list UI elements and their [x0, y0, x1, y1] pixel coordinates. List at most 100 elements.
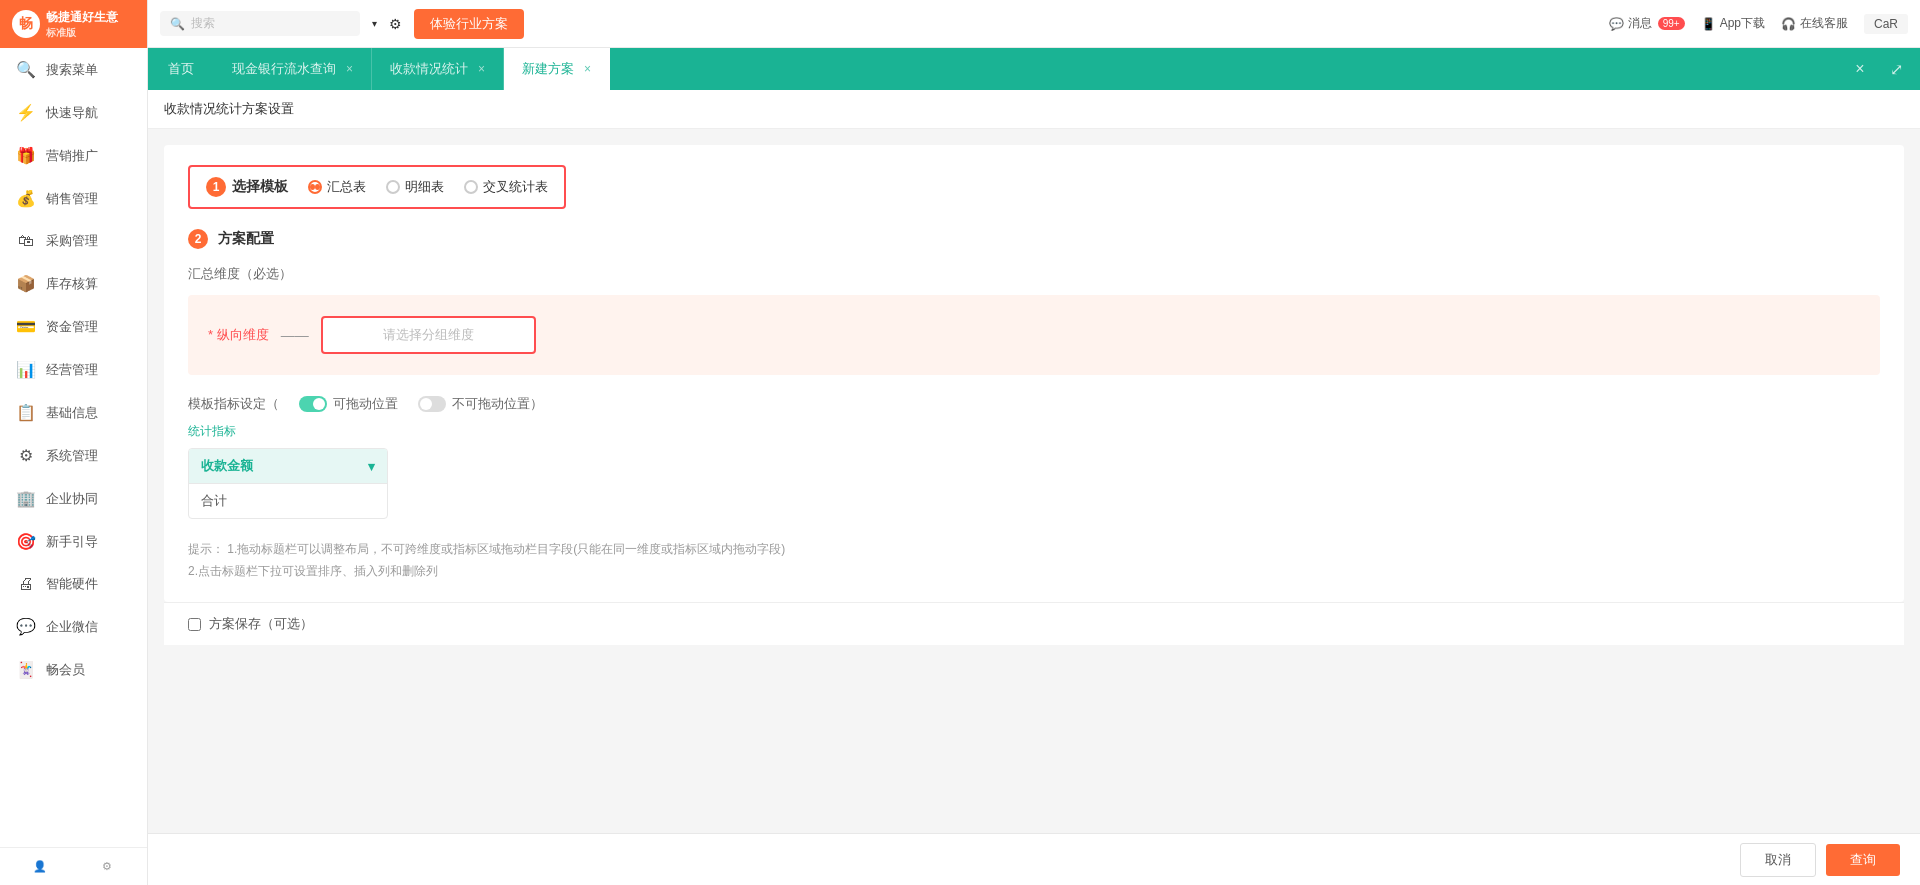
dimension-arrow: —— — [281, 327, 309, 343]
tab-label: 新建方案 — [522, 60, 574, 78]
template-radio-group: 汇总表 明细表 交叉统计表 — [308, 178, 548, 196]
tab-bar-actions: × ⤢ — [1836, 48, 1920, 90]
service-icon: 🎧 — [1781, 17, 1796, 31]
dimension-select-btn[interactable]: 请选择分组维度 — [321, 316, 536, 354]
query-button[interactable]: 查询 — [1826, 844, 1900, 876]
cancel-button[interactable]: 取消 — [1740, 843, 1816, 877]
tab-close-receipt-stat[interactable]: × — [478, 62, 485, 76]
tab-label: 现金银行流水查询 — [232, 60, 336, 78]
search-placeholder: 搜索 — [191, 15, 215, 32]
radio-cross[interactable]: 交叉统计表 — [464, 178, 548, 196]
header-gear-icon[interactable]: ⚙ — [389, 16, 402, 32]
sidebar-item-label: 搜索菜单 — [46, 61, 98, 79]
sidebar-bottom: 👤 ⚙ — [0, 847, 147, 885]
sales-icon: 💰 — [16, 189, 36, 208]
logo-icon: 畅 — [12, 10, 40, 38]
tab-bar: 首页 现金银行流水查询 × 收款情况统计 × 新建方案 × × ⤢ — [148, 48, 1920, 90]
indicator-section: 统计指标 收款金额 ▾ 合计 — [188, 423, 388, 519]
tab-close-btn[interactable]: × — [1846, 55, 1874, 83]
basic-info-icon: 📋 — [16, 403, 36, 422]
indicator-section-label: 统计指标 — [188, 423, 388, 440]
search-bar[interactable]: 🔍 搜索 — [160, 11, 360, 36]
bottom-bar: 取消 查询 — [148, 833, 1920, 885]
tab-receipt-stat[interactable]: 收款情况统计 × — [372, 48, 504, 90]
non-draggable-label: 不可拖动位置） — [452, 395, 543, 413]
radio-dot-summary — [308, 180, 322, 194]
sidebar-item-label: 快速导航 — [46, 104, 98, 122]
section1-number: 1 — [206, 177, 226, 197]
sidebar-item-label: 新手引导 — [46, 533, 98, 551]
config-section: 2 方案配置 汇总维度（必选） * 纵向维度 —— 请选择分组维度 — [188, 229, 1880, 582]
sidebar-item-label: 企业协同 — [46, 490, 98, 508]
draggable-switch[interactable] — [299, 396, 327, 412]
tab-cash-bank[interactable]: 现金银行流水查询 × — [214, 48, 372, 90]
page-title: 收款情况统计方案设置 — [164, 101, 294, 116]
sidebar-item-smart-hw[interactable]: 🖨 智能硬件 — [0, 563, 147, 605]
sidebar-item-label: 智能硬件 — [46, 575, 98, 593]
notification-label: 消息 — [1628, 15, 1652, 32]
indicator-table-header[interactable]: 收款金额 ▾ — [189, 449, 387, 484]
industry-btn[interactable]: 体验行业方案 — [414, 9, 524, 39]
sidebar-settings-btn[interactable]: ⚙ — [76, 856, 140, 877]
sidebar-item-wechat[interactable]: 💬 企业微信 — [0, 605, 147, 648]
save-checkbox[interactable] — [188, 618, 201, 631]
online-service-item[interactable]: 🎧 在线客服 — [1781, 15, 1848, 32]
quick-nav-icon: ⚡ — [16, 103, 36, 122]
radio-label-cross: 交叉统计表 — [483, 178, 548, 196]
search-icon: 🔍 — [16, 60, 36, 79]
tip-line-1: 提示： 1.拖动标题栏可以调整布局，不可跨维度或指标区域拖动栏目字段(只能在同一… — [188, 539, 1880, 561]
tab-label: 收款情况统计 — [390, 60, 468, 78]
radio-summary[interactable]: 汇总表 — [308, 178, 366, 196]
sidebar-item-newbie[interactable]: 🎯 新手引导 — [0, 520, 147, 563]
radio-dot-cross — [464, 180, 478, 194]
header-chevron-icon[interactable]: ▾ — [372, 18, 377, 29]
dimension-area: * 纵向维度 —— 请选择分组维度 — [188, 295, 1880, 375]
sidebar-item-quick-nav[interactable]: ⚡ 快速导航 — [0, 91, 147, 134]
indicator-table: 收款金额 ▾ 合计 — [188, 448, 388, 519]
tab-fullscreen-btn[interactable]: ⤢ — [1882, 55, 1910, 83]
indicator-table-row: 合计 — [189, 484, 387, 518]
tab-close-new-plan[interactable]: × — [584, 62, 591, 76]
draggable-label: 可拖动位置 — [333, 395, 398, 413]
newbie-icon: 🎯 — [16, 532, 36, 551]
content-area: 1 选择模板 汇总表 明细表 — [148, 129, 1920, 833]
tip-line-2: 2.点击标题栏下拉可设置排序、插入列和删除列 — [188, 561, 1880, 583]
sidebar-item-inventory[interactable]: 📦 库存核算 — [0, 262, 147, 305]
form-card: 1 选择模板 汇总表 明细表 — [164, 145, 1904, 602]
finance-icon: 💳 — [16, 317, 36, 336]
sidebar-item-basic-info[interactable]: 📋 基础信息 — [0, 391, 147, 434]
section2-number: 2 — [188, 229, 208, 249]
dimension-row: * 纵向维度 —— 请选择分组维度 — [208, 316, 536, 354]
tab-close-cash-bank[interactable]: × — [346, 62, 353, 76]
sidebar-item-marketing[interactable]: 🎁 营销推广 — [0, 134, 147, 177]
sidebar-user-btn[interactable]: 👤 — [8, 856, 72, 877]
sidebar-item-system[interactable]: ⚙ 系统管理 — [0, 434, 147, 477]
radio-detail[interactable]: 明细表 — [386, 178, 444, 196]
sidebar-item-member[interactable]: 🃏 畅会员 — [0, 648, 147, 691]
notification-item[interactable]: 💬 消息 99+ — [1609, 15, 1685, 32]
wechat-icon: 💬 — [16, 617, 36, 636]
smart-hw-icon: 🖨 — [16, 575, 36, 593]
sidebar-item-purchase[interactable]: 🛍 采购管理 — [0, 220, 147, 262]
user-display[interactable]: CaR — [1864, 14, 1908, 34]
tab-new-plan[interactable]: 新建方案 × — [504, 48, 610, 90]
radio-dot-detail — [386, 180, 400, 194]
sidebar-item-search-menu[interactable]: 🔍 搜索菜单 — [0, 48, 147, 91]
non-draggable-switch[interactable] — [418, 396, 446, 412]
sidebar-item-sales[interactable]: 💰 销售管理 — [0, 177, 147, 220]
page-title-bar: 收款情况统计方案设置 — [148, 90, 1920, 129]
sidebar-item-operations[interactable]: 📊 经营管理 — [0, 348, 147, 391]
indicator-settings-label: 模板指标设定（ — [188, 395, 279, 413]
sidebar-item-finance[interactable]: 💳 资金管理 — [0, 305, 147, 348]
app-download-item[interactable]: 📱 App下载 — [1701, 15, 1765, 32]
indicator-dropdown-icon[interactable]: ▾ — [368, 459, 375, 474]
section2-header: 2 方案配置 — [188, 229, 1880, 249]
enterprise-icon: 🏢 — [16, 489, 36, 508]
sidebar-item-label: 系统管理 — [46, 447, 98, 465]
tab-home[interactable]: 首页 — [148, 48, 214, 90]
header-actions: 💬 消息 99+ 📱 App下载 🎧 在线客服 CaR — [1609, 14, 1908, 34]
purchase-icon: 🛍 — [16, 232, 36, 250]
sidebar-item-enterprise[interactable]: 🏢 企业协同 — [0, 477, 147, 520]
sidebar-item-label: 基础信息 — [46, 404, 98, 422]
non-draggable-toggle: 不可拖动位置） — [418, 395, 543, 413]
